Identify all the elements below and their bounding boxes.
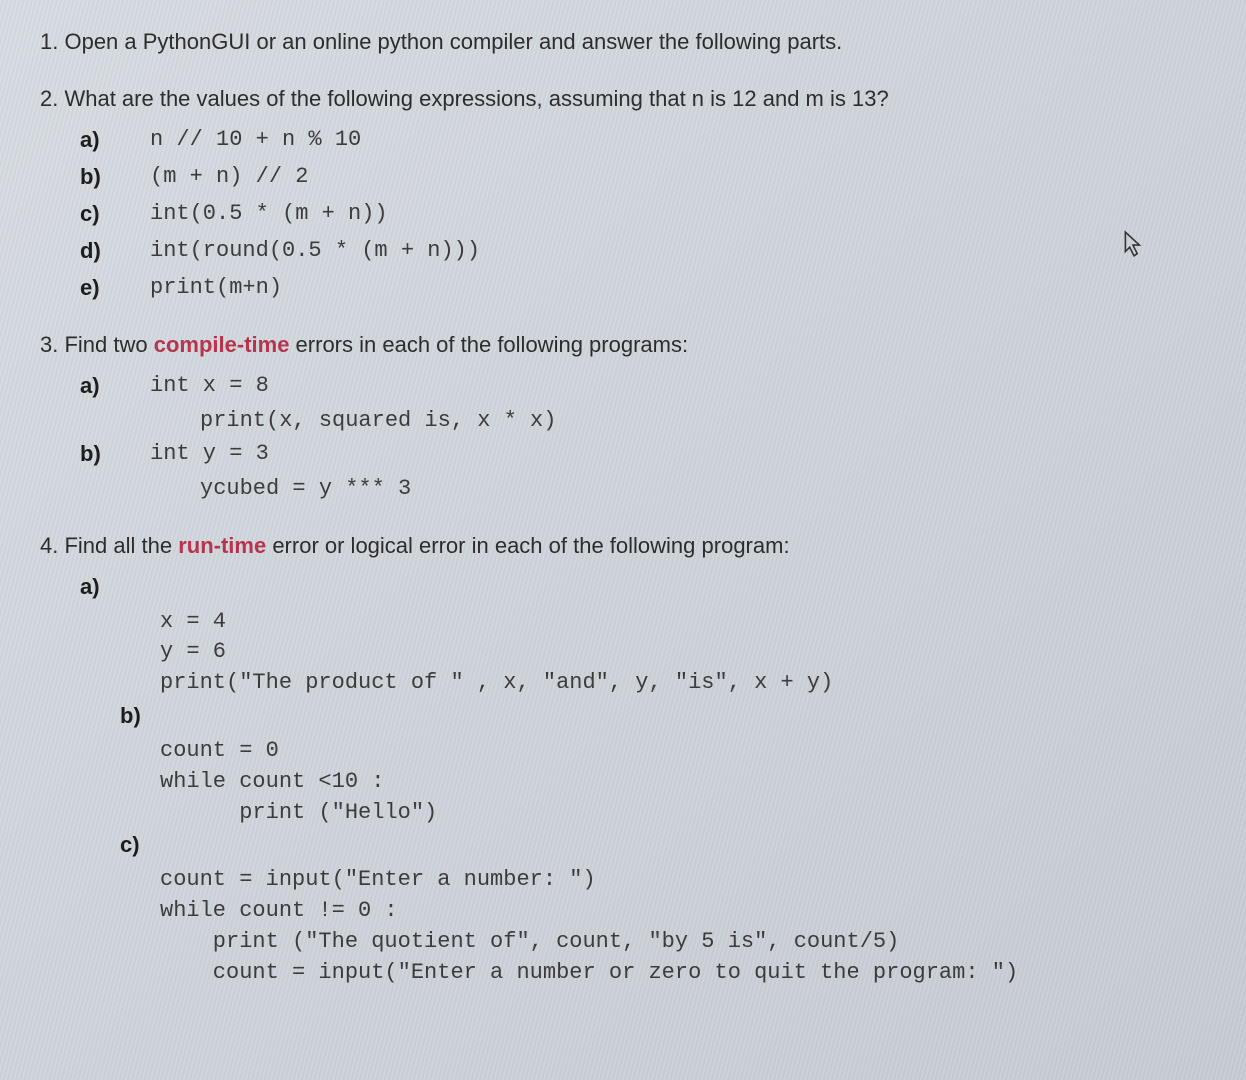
q3-sublist: a) int x = 8 print(x, squared is, x * x)… — [80, 369, 1206, 505]
q2-item-d: d) int(round(0.5 * (m + n))) — [80, 234, 1206, 267]
q2-b-label: b) — [80, 160, 150, 193]
q4-text-post: error or logical error in each of the fo… — [266, 533, 789, 558]
question-4: 4. Find all the run-time error or logica… — [40, 529, 1206, 989]
q2-item-b: b) (m + n) // 2 — [80, 160, 1206, 193]
q3-text-bold: compile-time — [154, 332, 290, 357]
q3-item-a: a) int x = 8 — [80, 369, 1206, 402]
q3-a-line1: int x = 8 — [150, 369, 269, 402]
q4-item-b: b) — [80, 699, 1206, 732]
q2-number: 2. — [40, 86, 64, 111]
q4-b-line2: while count <10 : — [160, 767, 1206, 798]
q4-b-line3: print ("Hello") — [160, 798, 1206, 829]
q2-item-e: e) print(m+n) — [80, 271, 1206, 304]
q3-a-label: a) — [80, 369, 150, 402]
q4-a-line3: print("The product of " , x, "and", y, "… — [160, 668, 1206, 699]
q4-item-a: a) — [80, 570, 1206, 603]
q2-e-label: e) — [80, 271, 150, 304]
q4-a-label: a) — [80, 570, 150, 603]
q3-text-pre: Find two — [64, 332, 153, 357]
q4-sublist: a) x = 4 y = 6 print("The product of " ,… — [80, 570, 1206, 989]
q2-a-label: a) — [80, 123, 150, 156]
q3-a-line2: print(x, squared is, x * x) — [200, 406, 1206, 437]
q4-b-line1: count = 0 — [160, 736, 1206, 767]
q4-c-line4: count = input("Enter a number or zero to… — [160, 958, 1206, 989]
q4-text-bold: run-time — [178, 533, 266, 558]
q2-text: What are the values of the following exp… — [64, 86, 888, 111]
q4-item-c: c) — [80, 828, 1206, 861]
q2-item-a: a) n // 10 + n % 10 — [80, 123, 1206, 156]
q2-e-code: print(m+n) — [150, 271, 282, 304]
q2-sublist: a) n // 10 + n % 10 b) (m + n) // 2 c) i… — [80, 123, 1206, 304]
question-1: 1. Open a PythonGUI or an online python … — [40, 25, 1206, 58]
q4-c-line1: count = input("Enter a number: ") — [160, 865, 1206, 896]
q2-b-code: (m + n) // 2 — [150, 160, 308, 193]
document-content: 1. Open a PythonGUI or an online python … — [40, 25, 1206, 989]
q3-b-line1: int y = 3 — [150, 437, 269, 470]
q3-number: 3. — [40, 332, 64, 357]
q4-a-line1: x = 4 — [160, 607, 1206, 638]
q2-c-label: c) — [80, 197, 150, 230]
q2-d-label: d) — [80, 234, 150, 267]
q2-c-code: int(0.5 * (m + n)) — [150, 197, 388, 230]
q3-item-b: b) int y = 3 — [80, 437, 1206, 470]
q4-c-line3: print ("The quotient of", count, "by 5 i… — [160, 927, 1206, 958]
q2-d-code: int(round(0.5 * (m + n))) — [150, 234, 480, 267]
q4-text-pre: Find all the — [64, 533, 178, 558]
q4-a-line2: y = 6 — [160, 637, 1206, 668]
cursor-icon — [1122, 230, 1146, 263]
q4-b-label: b) — [120, 699, 160, 732]
q2-a-code: n // 10 + n % 10 — [150, 123, 361, 156]
q2-item-c: c) int(0.5 * (m + n)) — [80, 197, 1206, 230]
q1-text: Open a PythonGUI or an online python com… — [64, 29, 842, 54]
q4-c-label: c) — [120, 828, 160, 861]
question-2: 2. What are the values of the following … — [40, 82, 1206, 304]
q3-b-label: b) — [80, 437, 150, 470]
question-3: 3. Find two compile-time errors in each … — [40, 328, 1206, 505]
q3-text-post: errors in each of the following programs… — [289, 332, 688, 357]
q1-number: 1. — [40, 29, 64, 54]
q4-number: 4. — [40, 533, 64, 558]
q4-c-line2: while count != 0 : — [160, 896, 1206, 927]
q3-b-line2: ycubed = y *** 3 — [200, 474, 1206, 505]
